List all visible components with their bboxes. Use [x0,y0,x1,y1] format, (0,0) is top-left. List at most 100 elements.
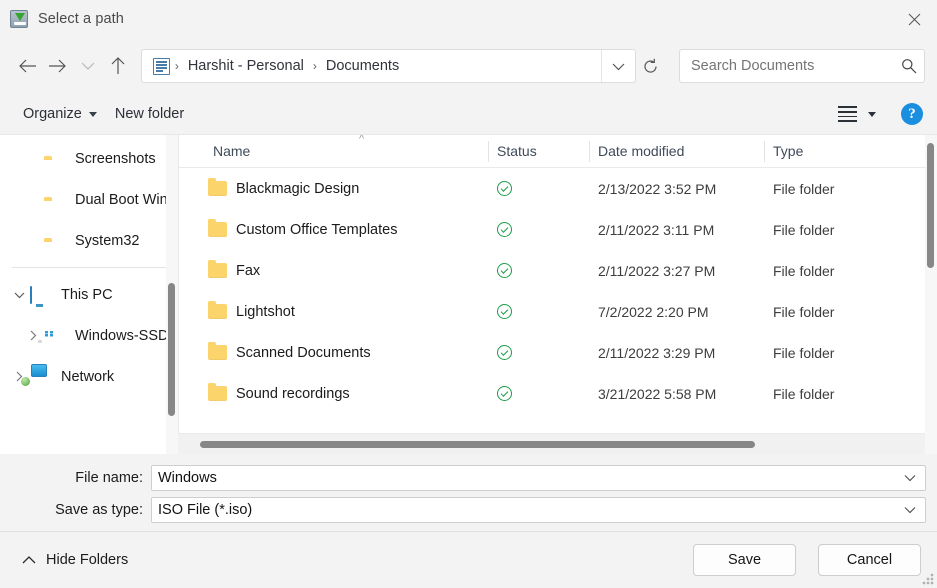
organize-button[interactable]: Organize [14,101,106,127]
cell-date-modified: 2/11/2022 3:27 PM [590,263,765,279]
horizontal-scrollbar[interactable] [178,433,925,454]
recent-locations-button[interactable] [72,49,102,83]
dialog-body: Screenshots Dual Boot Wind System32 [0,134,937,454]
column-header-status[interactable]: Status [489,135,590,168]
save-as-type-row: Save as type: ISO File (*.iso) [0,496,937,524]
cell-type: File folder [765,222,937,238]
cell-date-modified: 3/21/2022 5:58 PM [590,386,765,402]
back-arrow-icon [18,58,37,74]
sidebar-scrollbar-thumb[interactable] [168,283,175,416]
navigation-pane: Screenshots Dual Boot Wind System32 [0,135,178,454]
table-row[interactable]: Custom Office Templates 2/11/2022 3:11 P… [178,209,937,250]
chevron-down-icon [904,474,916,482]
monitor-icon [30,287,52,303]
sidebar-scrollbar[interactable] [166,135,178,454]
search-button[interactable] [894,58,924,74]
save-as-type-value[interactable]: ISO File (*.iso) [152,502,895,518]
sidebar-item-system32[interactable]: System32 [0,220,178,261]
title-bar: Select a path [0,0,937,38]
cell-status [489,345,590,360]
app-disk-icon [10,10,28,28]
sidebar-item-this-pc[interactable]: This PC [0,274,178,315]
horizontal-scrollbar-thumb[interactable] [200,441,755,448]
save-as-type-label: Save as type: [0,502,151,518]
cell-date-modified: 7/2/2022 2:20 PM [590,304,765,320]
table-row[interactable]: Blackmagic Design 2/13/2022 3:52 PM File… [178,168,937,209]
resize-grip[interactable] [922,573,934,585]
sort-ascending-icon: ^ [359,135,364,145]
pane-divider [178,135,179,454]
up-button[interactable] [103,49,133,83]
cell-name: Blackmagic Design [178,181,489,197]
sidebar-divider [12,267,166,268]
sidebar-item-network[interactable]: Network [0,356,178,397]
breadcrumb-item-documents[interactable]: Documents [322,58,403,74]
sidebar-item-dual-boot-windows[interactable]: Dual Boot Wind [0,179,178,220]
file-list-pane: Name Status Date modified Type ^ [178,135,937,454]
save-as-type-combobox[interactable]: ISO File (*.iso) [151,497,926,523]
file-name-label: Sound recordings [236,386,350,402]
save-button[interactable]: Save [693,544,796,576]
file-name-dropdown-button[interactable] [895,466,925,490]
chevron-down-icon[interactable] [868,112,876,117]
folder-icon [208,386,227,401]
file-name-input[interactable]: Windows [152,470,895,486]
help-button[interactable]: ? [901,103,923,125]
sync-complete-icon [497,181,512,196]
search-input[interactable] [691,58,894,74]
breadcrumb-separator: › [308,60,322,72]
address-dropdown-button[interactable] [601,50,635,82]
file-name-label: Custom Office Templates [236,222,397,238]
table-row[interactable]: Scanned Documents 2/11/2022 3:29 PM File… [178,332,937,373]
sidebar-item-label: Windows-SSD [75,328,168,344]
column-header-label: Type [773,143,803,159]
table-row[interactable]: Fax 2/11/2022 3:27 PM File folder [178,250,937,291]
sidebar-item-label: Network [61,369,114,385]
forward-button[interactable] [42,49,72,83]
forward-arrow-icon [48,58,67,74]
file-name-label: Lightshot [236,304,295,320]
sidebar-item-windows-ssd[interactable]: Windows-SSD [0,315,178,356]
file-name-combobox[interactable]: Windows [151,465,926,491]
file-name-label: Blackmagic Design [236,181,359,197]
file-list-scrollbar[interactable] [925,135,937,454]
sync-complete-icon [497,222,512,237]
back-button[interactable] [12,49,42,83]
close-button[interactable] [891,0,937,38]
column-header-label: Name [213,143,250,159]
sidebar-item-screenshots[interactable]: Screenshots [0,138,178,179]
hide-folders-button[interactable]: Hide Folders [16,548,134,572]
cell-date-modified: 2/13/2022 3:52 PM [590,181,765,197]
column-header-date-modified[interactable]: Date modified [590,135,765,168]
cell-name: Lightshot [178,304,489,320]
view-options-button[interactable] [832,102,882,125]
column-header-name[interactable]: Name [178,135,489,168]
save-as-type-dropdown-button[interactable] [895,498,925,522]
column-header-type[interactable]: Type [765,135,937,168]
window-title: Select a path [38,11,124,27]
folder-icon [208,263,227,278]
sync-complete-icon [497,304,512,319]
cell-type: File folder [765,181,937,197]
search-box[interactable] [679,49,925,83]
cancel-button[interactable]: Cancel [818,544,921,576]
table-row[interactable]: Sound recordings 3/21/2022 5:58 PM File … [178,373,937,414]
tree-expander-expanded-icon[interactable] [8,291,30,299]
cell-type: File folder [765,304,937,320]
new-folder-button[interactable]: New folder [106,101,193,127]
sync-complete-icon [497,263,512,278]
folder-icon [208,345,227,360]
close-icon [908,13,921,26]
breadcrumb-item-account[interactable]: Harshit - Personal [184,58,308,74]
column-headers: Name Status Date modified Type ^ [178,135,937,168]
chevron-down-icon [612,62,625,71]
cell-status [489,263,590,278]
chevron-down-icon [904,506,916,514]
file-list-scrollbar-thumb[interactable] [927,143,934,268]
table-row[interactable]: Lightshot 7/2/2022 2:20 PM File folder [178,291,937,332]
address-bar[interactable]: › Harshit - Personal › Documents [141,49,636,83]
cell-type: File folder [765,345,937,361]
cell-name: Custom Office Templates [178,222,489,238]
refresh-button[interactable] [636,50,666,82]
cell-name: Fax [178,263,489,279]
